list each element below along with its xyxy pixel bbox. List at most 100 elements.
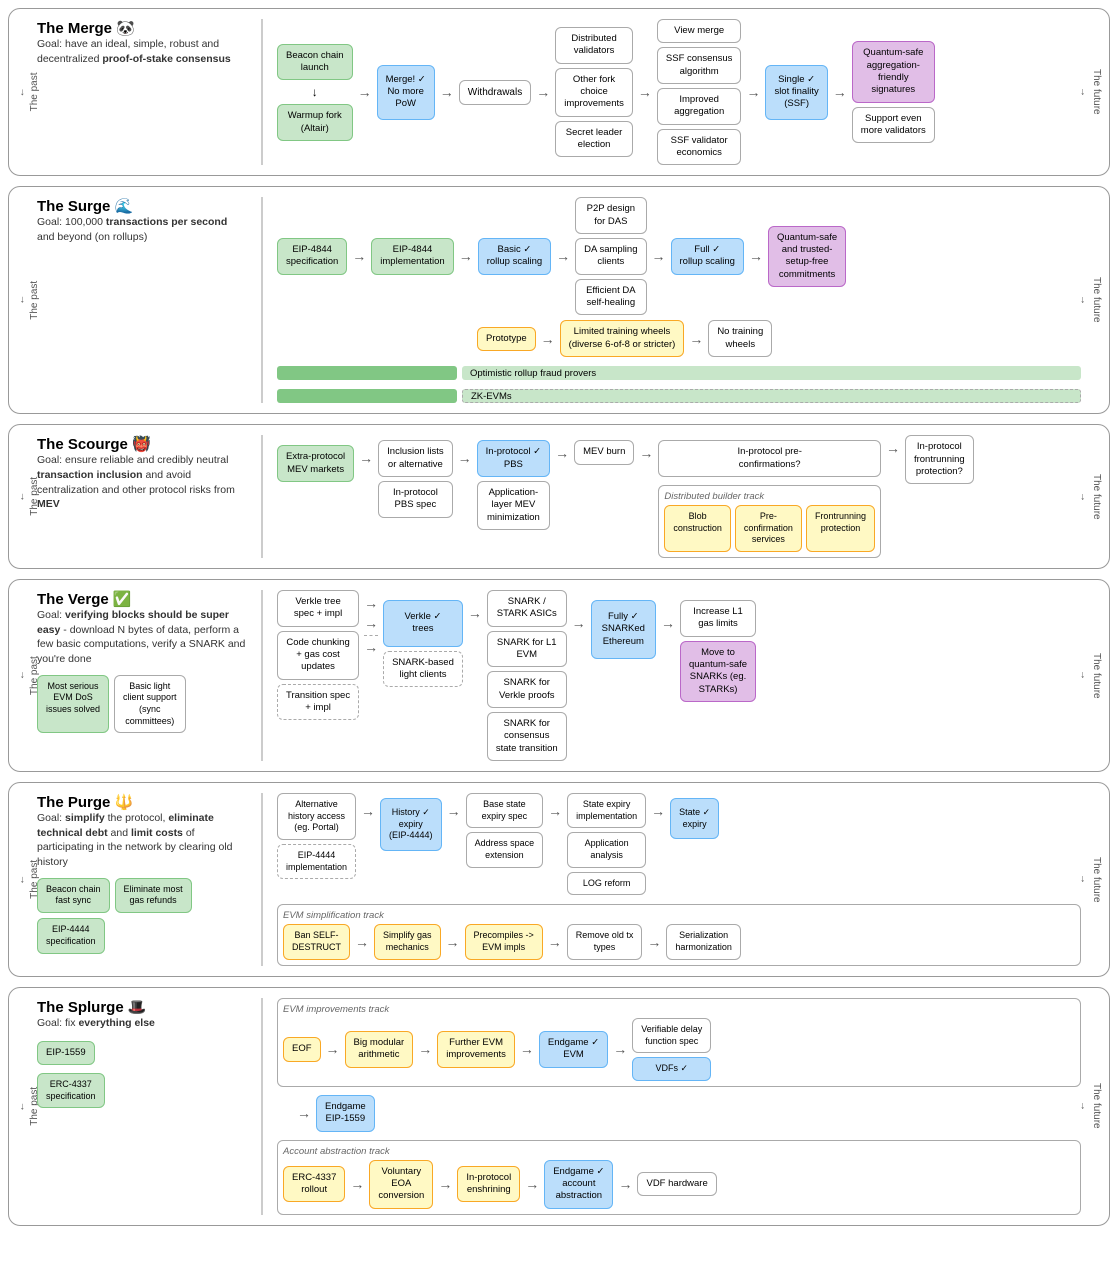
node-merge: Merge! ✓No morePoW [377,65,435,120]
account-abstraction-label: Account abstraction track [283,1146,1075,1157]
section-scourge: ← The past The Scourge 👹 Goal: ensure re… [8,424,1110,569]
node-inprotocol-pbs-spec: In-protocolPBS spec [378,481,453,518]
arrow5: → [746,84,760,100]
node-eip4844-impl: EIP-4844implementation [371,238,453,275]
node-improved-agg: Improvedaggregation [657,88,742,125]
node-endgame-account: Endgame ✓accountabstraction [544,1160,613,1209]
future-label-surge: The future → [1081,197,1099,403]
node-extra-protocol-mev: Extra-protocolMEV markets [277,445,354,482]
past-label-splurge: ← The past [19,998,37,1215]
node-no-training: No trainingwheels [708,320,772,357]
fraud-provers-bar-row: Optimistic rollup fraud provers [277,366,1081,380]
merge-title: The Merge 🐼 [37,19,247,37]
surge-title: The Surge 🌊 [37,197,247,215]
surge-goal: Goal: 100,000 transactions per second an… [37,215,247,244]
arrow3: → [536,84,550,100]
node-p2p-das: P2P designfor DAS [575,197,646,234]
node-alt-history: Alternativehistory access(eg. Portal) [277,793,356,840]
node-quantum-commitments: Quantum-safeand trusted-setup-freecommit… [768,226,846,287]
node-ban-self-destruct: Ban SELF-DESTRUCT [283,924,350,959]
node-remove-old-tx: Remove old txtypes [567,924,643,959]
node-ssf-validator: SSF validatoreconomics [657,129,742,166]
node-big-modular: Big modulararithmetic [345,1031,414,1068]
node-support-validators: Support evenmore validators [852,107,935,144]
node-vdfs: VDFs ✓ [632,1057,711,1081]
node-beacon-fast-sync: Beacon chainfast sync [37,878,110,913]
node-prototype: Prototype [477,327,536,351]
node-eip4444-impl: EIP-4444implementation [277,844,356,879]
evm-improvements-label: EVM improvements track [283,1004,1075,1015]
scourge-goal: Goal: ensure reliable and credibly neutr… [37,453,247,512]
node-address-space: Address spaceextension [466,832,544,867]
node-precompiles: Precompiles ->EVM impls [465,924,543,959]
future-label-scourge: The future → [1081,435,1099,558]
node-eof: EOF [283,1037,321,1061]
node-fully-snarked: Fully ✓SNARKedEthereum [591,600,656,659]
node-serialization: Serializationharmonization [666,924,741,959]
node-mev-burn: MEV burn [574,440,634,464]
node-snark-light-clients: SNARK-basedlight clients [383,651,463,688]
node-withdrawals: Withdrawals [459,80,531,105]
merge-goal: Goal: have an ideal, simple, robust and … [37,37,247,66]
future-label-verge: The future → [1081,590,1099,761]
node-voluntary-eoa: VoluntaryEOAconversion [369,1160,433,1209]
future-label-splurge: The future → [1081,998,1099,1215]
arrow1: → [358,84,372,100]
node-app-layer-mev: Application-layer MEVminimization [477,481,550,530]
section-verge: ← The past The Verge ✅ Goal: verifying b… [8,579,1110,772]
node-secret-leader: Secret leaderelection [555,121,633,158]
node-quantum-safe: Quantum-safeaggregation-friendlysignatur… [852,41,935,102]
node-verkle-spec: Verkle treespec + impl [277,590,359,627]
node-quantum-snarks: Move toquantum-safeSNARKs (eg.STARKs) [680,641,756,702]
node-simplify-gas: Simplify gasmechanics [374,924,441,959]
future-label-purge: The future → [1081,793,1099,966]
node-beacon-chain: Beacon chainlaunch [277,44,353,81]
splurge-title: The Splurge 🎩 [37,998,247,1016]
node-pre-confirmation: Pre-confirmationservices [735,505,802,552]
node-view-merge: View merge [657,19,742,43]
node-da-sampling: DA samplingclients [575,238,646,275]
past-label-merge: ← The past [19,19,37,165]
arrow4: → [638,84,652,100]
node-inclusion-lists: Inclusion listsor alternative [378,440,453,477]
section-surge: ← The past The Surge 🌊 Goal: 100,000 tra… [8,186,1110,414]
verge-title: The Verge ✅ [37,590,247,608]
past-label-verge: ← The past [19,590,37,761]
node-ssf: Single ✓slot finality(SSF) [765,65,827,120]
node-inprotocol-enshrining: In-protocolenshrining [457,1166,520,1203]
node-verkle-trees: Verkle ✓trees [383,600,463,647]
purge-title: The Purge 🔱 [37,793,247,811]
zk-evms-bar-row: ZK-EVMs [277,389,1081,403]
node-ssf-consensus: SSF consensusalgorithm [657,47,742,84]
node-vdf-spec: Verifiable delayfunction spec [632,1018,711,1053]
node-eip1559: EIP-1559 [37,1041,95,1065]
node-state-expiry: State ✓expiry [670,798,719,839]
purge-goal: Goal: simplify the protocol, eliminate t… [37,811,247,870]
node-eip4844-spec: EIP-4844specification [277,238,347,275]
section-splurge: ← The past The Splurge 🎩 Goal: fix every… [8,987,1110,1226]
node-transition-spec: Transition spec+ impl [277,684,359,721]
node-state-expiry-impl: State expiryimplementation [567,793,646,828]
node-code-chunking: Code chunking+ gas costupdates [277,631,359,680]
node-further-evm: Further EVMimprovements [437,1031,515,1068]
verge-goal: Goal: verifying blocks should be super e… [37,608,247,667]
node-frontrunning-protection: Frontrunningprotection [806,505,875,552]
section-merge: ← The past The Merge 🐼 Goal: have an ide… [8,8,1110,176]
node-app-analysis: Applicationanalysis [567,832,646,867]
node-snark-verkle: SNARK forVerkle proofs [487,671,567,708]
node-inprotocol-pbs: In-protocol ✓PBS [477,440,550,477]
node-erc4337-spec: ERC-4337specification [37,1073,105,1108]
past-label-purge: ← The past [19,793,37,966]
node-basic-light-client: Basic lightclient support(synccommittees… [114,675,186,734]
node-full-rollup: Full ✓rollup scaling [671,238,744,275]
future-label-merge: The future → [1081,19,1099,165]
node-eliminate-gas: Eliminate mostgas refunds [115,878,192,913]
node-inprotocol-pre: In-protocol pre-confirmations? [658,440,881,477]
node-efficient-da: Efficient DAself-healing [575,279,646,316]
arrow6: → [833,84,847,100]
scourge-title: The Scourge 👹 [37,435,247,453]
node-snark-consensus: SNARK forconsensusstate transition [487,712,567,761]
node-basic-rollup: Basic ✓rollup scaling [478,238,551,275]
node-snark-asics: SNARK /STARK ASICs [487,590,567,627]
node-history-expiry: History ✓expiry(EIP-4444) [380,798,442,851]
